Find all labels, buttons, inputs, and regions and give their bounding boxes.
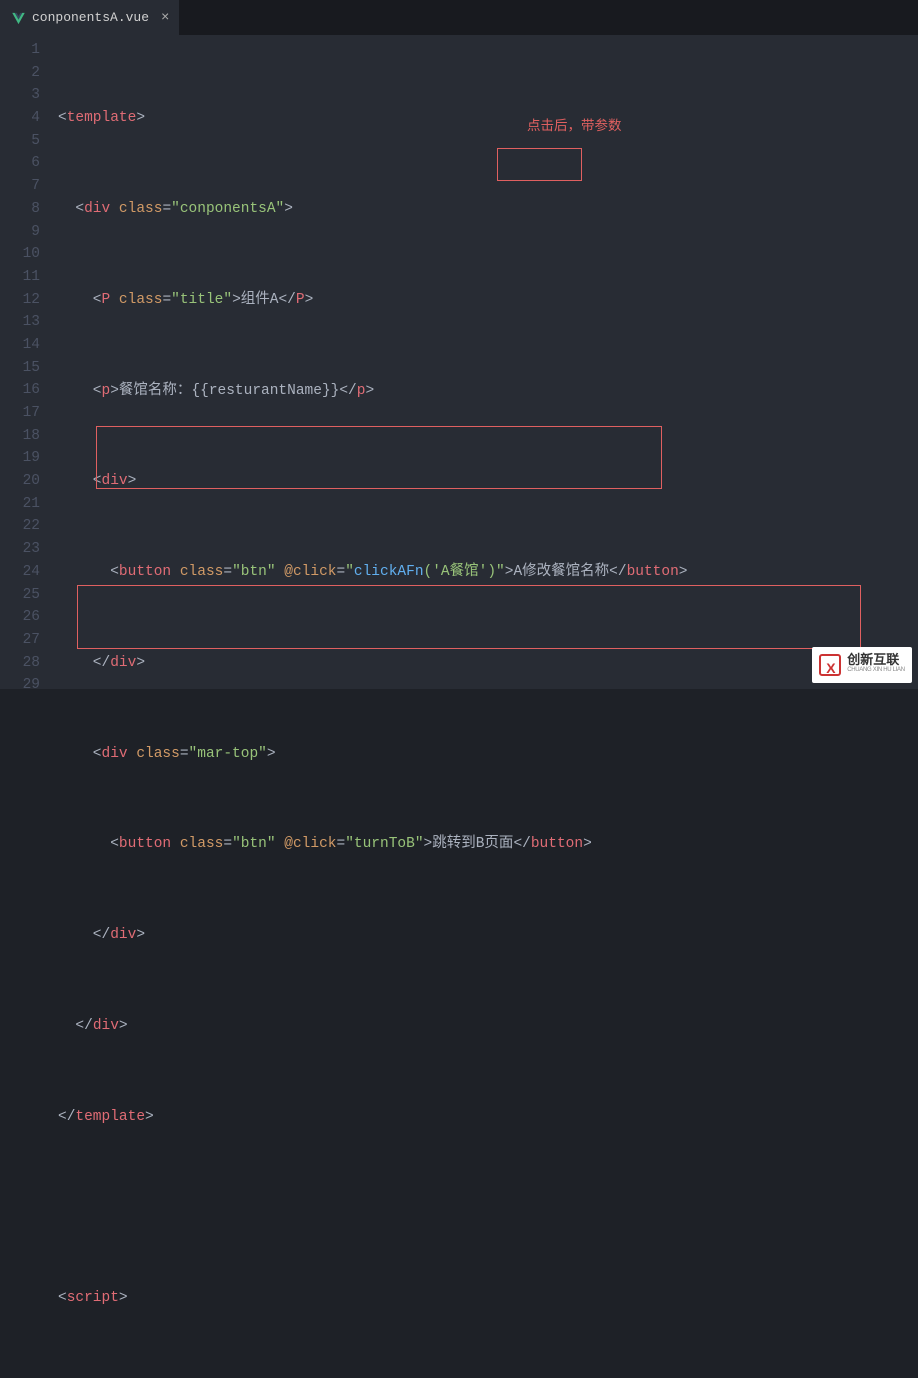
code-line: </div> (58, 924, 728, 947)
line-number: 8 (0, 198, 40, 221)
line-number: 5 (0, 130, 40, 153)
code-line: </div> (58, 1015, 728, 1038)
close-icon[interactable]: × (161, 7, 169, 30)
tab-filename: conponentsA.vue (32, 7, 149, 30)
vue-icon (10, 10, 26, 26)
editor: 1234567891011121314151617181920212223242… (0, 35, 918, 689)
line-number: 22 (0, 515, 40, 538)
line-number: 9 (0, 221, 40, 244)
line-number: 29 (0, 674, 40, 697)
line-number: 17 (0, 402, 40, 425)
code-line: <script> (58, 1287, 728, 1310)
line-number: 14 (0, 334, 40, 357)
code-line: <div class="conponentsA"> (58, 198, 728, 221)
tab-bar: conponentsA.vue × (0, 0, 918, 35)
line-number: 2 (0, 62, 40, 85)
line-number: 4 (0, 107, 40, 130)
line-number: 3 (0, 84, 40, 107)
line-number: 13 (0, 311, 40, 334)
line-number: 25 (0, 584, 40, 607)
watermark-en: CHUANG XIN HU LIAN (847, 665, 905, 676)
line-number: 16 (0, 379, 40, 402)
line-number: 28 (0, 652, 40, 675)
code-line: <p>餐馆名称：{{resturantName}}</p> (58, 380, 728, 403)
code-line: <button class="btn" @click="clickAFn('A餐… (58, 561, 728, 584)
code-line (58, 1197, 728, 1220)
code-line: <div> (58, 470, 728, 493)
tab-conponentsA[interactable]: conponentsA.vue × (0, 0, 179, 35)
line-number: 20 (0, 470, 40, 493)
line-number: 24 (0, 561, 40, 584)
line-number: 1 (0, 39, 40, 62)
code-line: </template> (58, 1106, 728, 1129)
line-number: 7 (0, 175, 40, 198)
code-area[interactable]: <template> <div class="conponentsA"> <P … (58, 35, 728, 689)
gutter: 1234567891011121314151617181920212223242… (0, 35, 58, 689)
line-number: 21 (0, 493, 40, 516)
code-line: </div> (58, 652, 728, 675)
line-number: 11 (0, 266, 40, 289)
line-number: 15 (0, 357, 40, 380)
line-number: 23 (0, 538, 40, 561)
line-number: 12 (0, 289, 40, 312)
watermark-logo-icon (819, 654, 841, 676)
line-number: 27 (0, 629, 40, 652)
line-number: 18 (0, 425, 40, 448)
code-line: <button class="btn" @click="turnToB">跳转到… (58, 833, 728, 856)
line-number: 6 (0, 152, 40, 175)
watermark: 创新互联 CHUANG XIN HU LIAN (812, 647, 912, 683)
annotation-callout: 点击后，带参数 (527, 115, 622, 138)
code-line: <div class="mar-top"> (58, 743, 728, 766)
line-number: 10 (0, 243, 40, 266)
code-line: <P class="title">组件A</P> (58, 289, 728, 312)
line-number: 26 (0, 606, 40, 629)
watermark-cn: 创新互联 (847, 654, 905, 665)
line-number: 19 (0, 447, 40, 470)
code-line: <template> (58, 107, 728, 130)
